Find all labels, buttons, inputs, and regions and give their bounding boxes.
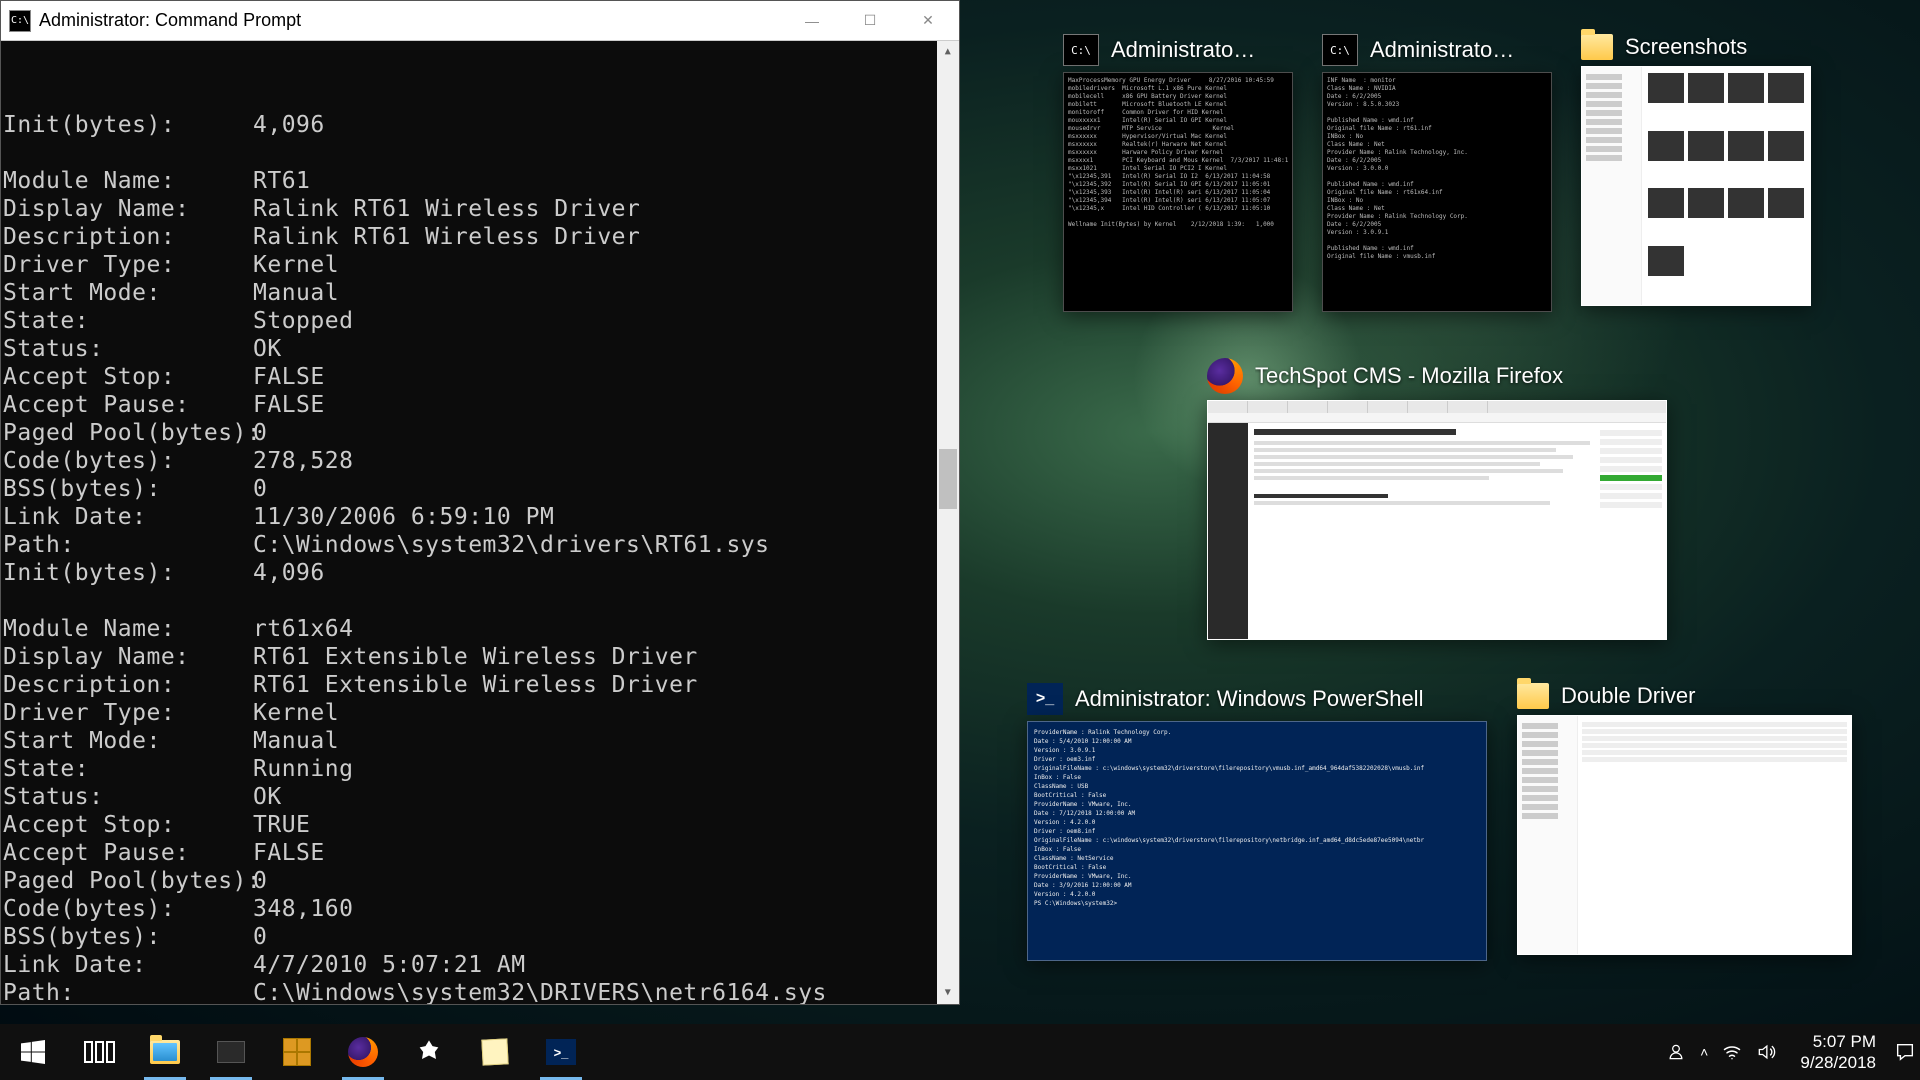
taskbar: >_ ˄ 5:07 PM 9/28/2018 xyxy=(0,1024,1920,1080)
cmd-output-line: Description: Ralink RT61 Wireless Driver xyxy=(3,223,955,251)
cmd-titlebar[interactable]: C:\ Administrator: Command Prompt — ☐ ✕ xyxy=(1,1,959,41)
cmd-icon: C:\ xyxy=(1063,34,1099,66)
cmd-output-line: Display Name: RT61 Extensible Wireless D… xyxy=(3,643,955,671)
cmd-output-line: State: Running xyxy=(3,755,955,783)
folder-icon xyxy=(1581,34,1613,60)
cmd-output-line: Link Date: 11/30/2006 6:59:10 PM xyxy=(3,503,955,531)
cmd-output-line: Status: OK xyxy=(3,335,955,363)
app-icon xyxy=(415,1038,443,1066)
start-button[interactable] xyxy=(0,1024,66,1080)
thumb-preview[interactable] xyxy=(1517,715,1852,955)
cmd-output-line: Start Mode: Manual xyxy=(3,727,955,755)
scroll-track[interactable] xyxy=(937,63,959,982)
cmd-output-line: Paged Pool(bytes): 0 xyxy=(3,419,955,447)
taskview-thumb-doubledriver[interactable]: Double Driver xyxy=(1517,683,1852,955)
terminal-icon xyxy=(217,1041,245,1063)
close-button[interactable]: ✕ xyxy=(899,2,957,40)
taskbar-explorer[interactable] xyxy=(132,1024,198,1080)
cmd-output-line: Path: C:\Windows\system32\DRIVERS\netr61… xyxy=(3,979,955,1004)
cmd-icon: C:\ xyxy=(1322,34,1358,66)
firefox-icon xyxy=(1207,358,1243,394)
cmd-icon: C:\ xyxy=(9,10,31,32)
firefox-icon xyxy=(348,1037,378,1067)
taskbar-cmd[interactable] xyxy=(198,1024,264,1080)
thumb-preview[interactable]: MaxProcessMemory GPU Energy Driver 8/27/… xyxy=(1063,72,1293,312)
cmd-output-line: Status: OK xyxy=(3,783,955,811)
clock-date: 9/28/2018 xyxy=(1800,1052,1876,1073)
cmd-output-line: Link Date: 4/7/2010 5:07:21 AM xyxy=(3,951,955,979)
cmd-output-line: Accept Stop: TRUE xyxy=(3,811,955,839)
filezilla-icon xyxy=(283,1038,311,1066)
cmd-output-line: Accept Pause: FALSE xyxy=(3,839,955,867)
command-prompt-window: C:\ Administrator: Command Prompt — ☐ ✕ … xyxy=(0,0,960,1005)
cmd-output-line: Display Name: Ralink RT61 Wireless Drive… xyxy=(3,195,955,223)
volume-icon[interactable] xyxy=(1756,1042,1776,1062)
thumb-preview[interactable]: INF Name : monitor Class Name : NVIDIA D… xyxy=(1322,72,1552,312)
cmd-output-line: Path: C:\Windows\system32\drivers\RT61.s… xyxy=(3,531,955,559)
tray-chevron-icon[interactable]: ˄ xyxy=(1700,1044,1708,1060)
taskbar-powershell[interactable]: >_ xyxy=(528,1024,594,1080)
cmd-output-line: Module Name: RT61 xyxy=(3,167,955,195)
cmd-output-line: Paged Pool(bytes): 0 xyxy=(3,867,955,895)
taskbar-clock[interactable]: 5:07 PM 9/28/2018 xyxy=(1786,1031,1890,1073)
cmd-output-line: Accept Pause: FALSE xyxy=(3,391,955,419)
cmd-output-line: Driver Type: Kernel xyxy=(3,699,955,727)
cmd-scrollbar[interactable]: ▲ ▼ xyxy=(937,41,959,1004)
taskview-thumb-cmd1[interactable]: C:\ Administrato… MaxProcessMemory GPU E… xyxy=(1063,34,1293,312)
firefox-article-title xyxy=(1254,429,1456,435)
clock-time: 5:07 PM xyxy=(1800,1031,1876,1052)
action-center-button[interactable] xyxy=(1890,1024,1920,1080)
scroll-thumb[interactable] xyxy=(939,449,957,509)
thumb-title: TechSpot CMS - Mozilla Firefox xyxy=(1255,363,1563,389)
thumb-preview[interactable] xyxy=(1581,66,1811,306)
cmd-output-line: Init(bytes): 4,096 xyxy=(3,111,955,139)
taskbar-filezilla[interactable] xyxy=(264,1024,330,1080)
system-tray: ˄ xyxy=(1656,1042,1786,1062)
thumb-title: Administrato… xyxy=(1111,37,1255,63)
thumb-preview[interactable] xyxy=(1207,400,1667,640)
cmd-output-line: State: Stopped xyxy=(3,307,955,335)
scroll-down-arrow[interactable]: ▼ xyxy=(937,982,959,1004)
cmd-output-line: Start Mode: Manual xyxy=(3,279,955,307)
cmd-output-line: Module Name: rt61x64 xyxy=(3,615,955,643)
taskbar-notepad[interactable] xyxy=(462,1024,528,1080)
cmd-output-line: Init(bytes): 4,096 xyxy=(3,559,955,587)
scroll-up-arrow[interactable]: ▲ xyxy=(937,41,959,63)
taskbar-app[interactable] xyxy=(396,1024,462,1080)
cmd-output-line: BSS(bytes): 0 xyxy=(3,923,955,951)
wifi-icon[interactable] xyxy=(1722,1042,1742,1062)
powershell-icon: >_ xyxy=(1027,683,1063,715)
cmd-output-line: Description: RT61 Extensible Wireless Dr… xyxy=(3,671,955,699)
cmd-output-line: Code(bytes): 278,528 xyxy=(3,447,955,475)
thumb-title: Administrato… xyxy=(1370,37,1514,63)
thumb-title: Screenshots xyxy=(1625,34,1747,60)
windows-icon xyxy=(21,1040,45,1064)
taskview-thumb-firefox[interactable]: TechSpot CMS - Mozilla Firefox xyxy=(1207,358,1667,640)
notification-icon xyxy=(1894,1041,1916,1063)
taskbar-firefox[interactable] xyxy=(330,1024,396,1080)
taskview-icon xyxy=(84,1041,115,1063)
cmd-output-line: Driver Type: Kernel xyxy=(3,251,955,279)
cmd-output[interactable]: Init(bytes): 4,096 Module Name: RT61Disp… xyxy=(1,41,959,1004)
cmd-output-line: Code(bytes): 348,160 xyxy=(3,895,955,923)
explorer-icon xyxy=(150,1040,180,1064)
thumb-preview[interactable]: ProviderName : Ralink Technology Corp. D… xyxy=(1027,721,1487,961)
thumb-title: Administrator: Windows PowerShell xyxy=(1075,686,1423,712)
taskview-thumb-powershell[interactable]: >_ Administrator: Windows PowerShell Pro… xyxy=(1027,683,1487,961)
taskview-thumb-cmd2[interactable]: C:\ Administrato… INF Name : monitor Cla… xyxy=(1322,34,1552,312)
cmd-output-line: Accept Stop: FALSE xyxy=(3,363,955,391)
people-icon[interactable] xyxy=(1666,1042,1686,1062)
minimize-button[interactable]: — xyxy=(783,2,841,40)
taskview-thumb-screenshots[interactable]: Screenshots xyxy=(1581,34,1811,306)
notepad-icon xyxy=(481,1038,508,1065)
folder-icon xyxy=(1517,683,1549,709)
powershell-icon: >_ xyxy=(546,1039,576,1065)
taskview-button[interactable] xyxy=(66,1024,132,1080)
cmd-output-line: BSS(bytes): 0 xyxy=(3,475,955,503)
thumb-title: Double Driver xyxy=(1561,683,1696,709)
cmd-title: Administrator: Command Prompt xyxy=(39,10,301,31)
maximize-button[interactable]: ☐ xyxy=(841,2,899,40)
